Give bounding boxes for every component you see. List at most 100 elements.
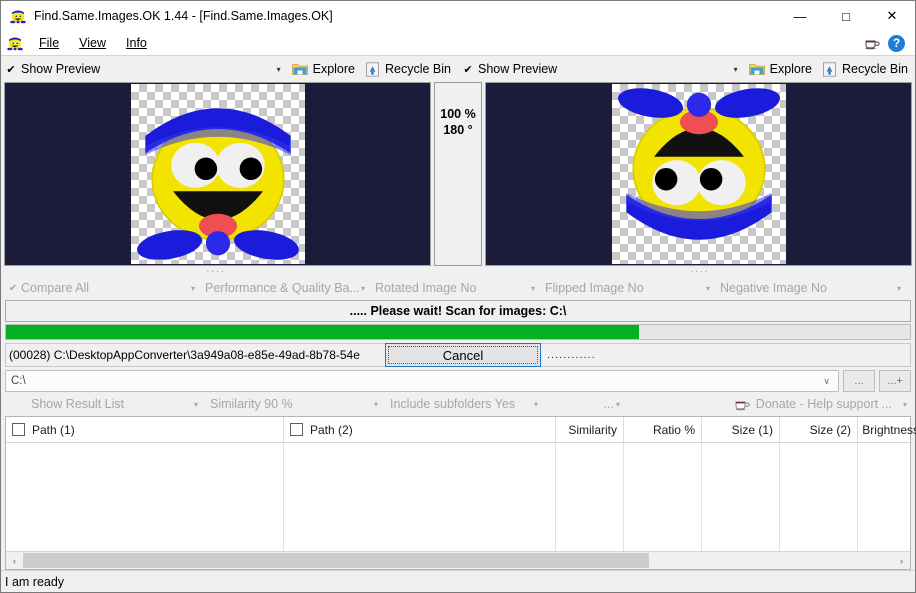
results-table: Path (1) Path (2) Similarity Ratio % Size (1… xyxy=(5,416,916,570)
menu-item-file[interactable]: File xyxy=(29,34,69,52)
splitter-handle-right[interactable]: .... xyxy=(485,265,915,277)
option-show-result-list[interactable]: Show Result List ▾ xyxy=(5,392,210,416)
column-header-similarity[interactable]: Similarity xyxy=(556,417,624,442)
recycle-bin-button-left[interactable]: Recycle Bin xyxy=(362,60,458,79)
option-compare-all[interactable]: ✔ Compare All ▾ xyxy=(5,277,205,299)
menu-item-view[interactable]: View xyxy=(69,34,116,52)
scan-progress-bar xyxy=(5,324,911,340)
window-title: Find.Same.Images.OK 1.44 - [Find.Same.Im… xyxy=(34,9,333,23)
show-preview-label-right[interactable]: Show Preview xyxy=(478,62,557,76)
chevron-down-icon[interactable]: ▾ xyxy=(531,284,535,293)
column-header-path-1[interactable]: Path (1) xyxy=(6,417,284,442)
column-header-label: Path (2) xyxy=(310,422,353,437)
maximize-button[interactable]: □ xyxy=(823,1,869,31)
chevron-down-icon[interactable]: ▾ xyxy=(534,400,550,409)
results-table-body[interactable] xyxy=(6,443,910,551)
results-column xyxy=(780,443,858,551)
scrollbar-thumb[interactable] xyxy=(23,553,650,568)
chevron-down-icon[interactable]: ▾ xyxy=(706,284,710,293)
menu-info-label: Info xyxy=(126,36,147,50)
preview-pane-left[interactable] xyxy=(4,82,431,266)
column-header-label: Similarity xyxy=(568,422,617,437)
option-similarity[interactable]: Similarity 90 % ▾ xyxy=(210,392,390,416)
cancel-button[interactable]: Cancel xyxy=(385,343,541,367)
preview-toolbars: ✔ Show Preview ▾ Explore Recycle Bin ✔ S… xyxy=(1,56,915,82)
preview-image-right xyxy=(611,84,786,264)
show-preview-check-right[interactable]: ✔ xyxy=(458,63,478,76)
scan-dots-field: ............ xyxy=(541,343,911,367)
results-column xyxy=(624,443,702,551)
column-header-size-2[interactable]: Size (2) xyxy=(780,417,858,442)
scroll-left-arrow-icon[interactable]: ‹ xyxy=(6,552,23,569)
donate-label: Donate - Help support ... xyxy=(755,397,892,411)
show-preview-check-left[interactable]: ✔ xyxy=(1,63,21,76)
preview-toolbar-left: ✔ Show Preview ▾ Explore Recycle Bin xyxy=(1,56,458,82)
column-header-label: Size (1) xyxy=(731,422,773,437)
minimize-button[interactable]: — xyxy=(777,1,823,31)
recycle-bin-button-right[interactable]: Recycle Bin xyxy=(819,60,915,79)
cancel-button-label: Cancel xyxy=(442,347,484,363)
coffee-cup-icon xyxy=(734,397,751,411)
show-preview-label-left[interactable]: Show Preview xyxy=(21,62,100,76)
chevron-down-icon[interactable]: ∨ xyxy=(823,376,830,387)
smiley-image-icon xyxy=(131,84,305,264)
explore-button-left[interactable]: Explore xyxy=(289,60,362,78)
column-header-size-1[interactable]: Size (1) xyxy=(702,417,780,442)
show-preview-caret-left[interactable]: ▾ xyxy=(277,65,281,74)
coffee-cup-icon[interactable] xyxy=(864,36,881,50)
similarity-label: Similarity 90 % xyxy=(210,397,293,411)
option-rotated-image[interactable]: Rotated Image No ▾ xyxy=(375,277,545,299)
donate-button[interactable]: Donate - Help support ... ▾ xyxy=(734,397,911,411)
column-header-brightness[interactable]: Brightness xyxy=(858,417,916,442)
explore-label-left: Explore xyxy=(312,62,355,76)
scrollbar-track[interactable] xyxy=(23,552,893,569)
chevron-down-icon[interactable]: ▾ xyxy=(191,284,195,293)
chevron-down-icon[interactable]: ▾ xyxy=(361,284,365,293)
add-folder-button[interactable]: ...+ xyxy=(879,370,911,392)
close-button[interactable]: ✕ xyxy=(869,1,915,31)
option-negative-image[interactable]: Negative Image No ▾ xyxy=(720,277,911,299)
menu-item-info[interactable]: Info xyxy=(116,34,157,52)
menu-bar: File View Info ? xyxy=(1,31,915,56)
column-header-label: Path (1) xyxy=(32,422,75,437)
splitter-handle-left[interactable]: .... xyxy=(1,265,431,277)
performance-quality-label: Performance & Quality Ba... xyxy=(205,281,360,295)
chevron-down-icon[interactable]: ▾ xyxy=(616,400,620,409)
negative-image-label: Negative Image No xyxy=(720,281,828,295)
select-all-checkbox[interactable] xyxy=(12,423,25,436)
help-icon[interactable]: ? xyxy=(888,34,905,52)
show-result-list-label: Show Result List xyxy=(31,397,125,411)
include-subfolders-label: Include subfolders Yes xyxy=(390,397,516,411)
select-all-checkbox[interactable] xyxy=(290,423,303,436)
smiley-image-rotated-icon xyxy=(612,84,786,264)
explore-button-right[interactable]: Explore xyxy=(746,60,819,78)
results-column xyxy=(284,443,556,551)
preview-image-left xyxy=(130,84,305,264)
chevron-down-icon[interactable]: ▾ xyxy=(374,400,390,409)
option-performance-quality[interactable]: Performance & Quality Ba... ▾ xyxy=(205,277,375,299)
flipped-image-label: Flipped Image No xyxy=(545,281,644,295)
column-header-label: Brightness xyxy=(862,422,916,437)
results-column xyxy=(556,443,624,551)
show-preview-caret-right[interactable]: ▾ xyxy=(734,65,738,74)
title-bar: Find.Same.Images.OK 1.44 - [Find.Same.Im… xyxy=(1,1,915,31)
option-include-subfolders[interactable]: Include subfolders Yes ▾ xyxy=(390,392,550,416)
chevron-down-icon[interactable]: ▾ xyxy=(194,400,210,409)
option-flipped-image[interactable]: Flipped Image No ▾ xyxy=(545,277,720,299)
results-column xyxy=(6,443,284,551)
chevron-down-icon[interactable]: ▾ xyxy=(897,284,901,293)
scroll-right-arrow-icon[interactable]: › xyxy=(893,552,910,569)
column-header-ratio[interactable]: Ratio % xyxy=(624,417,702,442)
folder-icon xyxy=(291,62,308,76)
browse-folder-button[interactable]: ... xyxy=(843,370,875,392)
column-header-path-2[interactable]: Path (2) xyxy=(284,417,556,442)
explore-label-right: Explore xyxy=(769,62,812,76)
preview-pane-right[interactable] xyxy=(485,82,912,266)
chevron-down-icon[interactable]: ▾ xyxy=(903,400,907,409)
option-more[interactable]: ... ▾ xyxy=(550,392,620,416)
horizontal-scrollbar[interactable]: ‹ › xyxy=(6,551,910,569)
results-table-header: Path (1) Path (2) Similarity Ratio % Size (1… xyxy=(6,417,916,443)
folder-path-combo[interactable]: C:\ ∨ xyxy=(5,370,839,392)
zoom-value: 100 % xyxy=(440,107,476,121)
folder-path-row: C:\ ∨ ... ...+ xyxy=(5,370,911,392)
